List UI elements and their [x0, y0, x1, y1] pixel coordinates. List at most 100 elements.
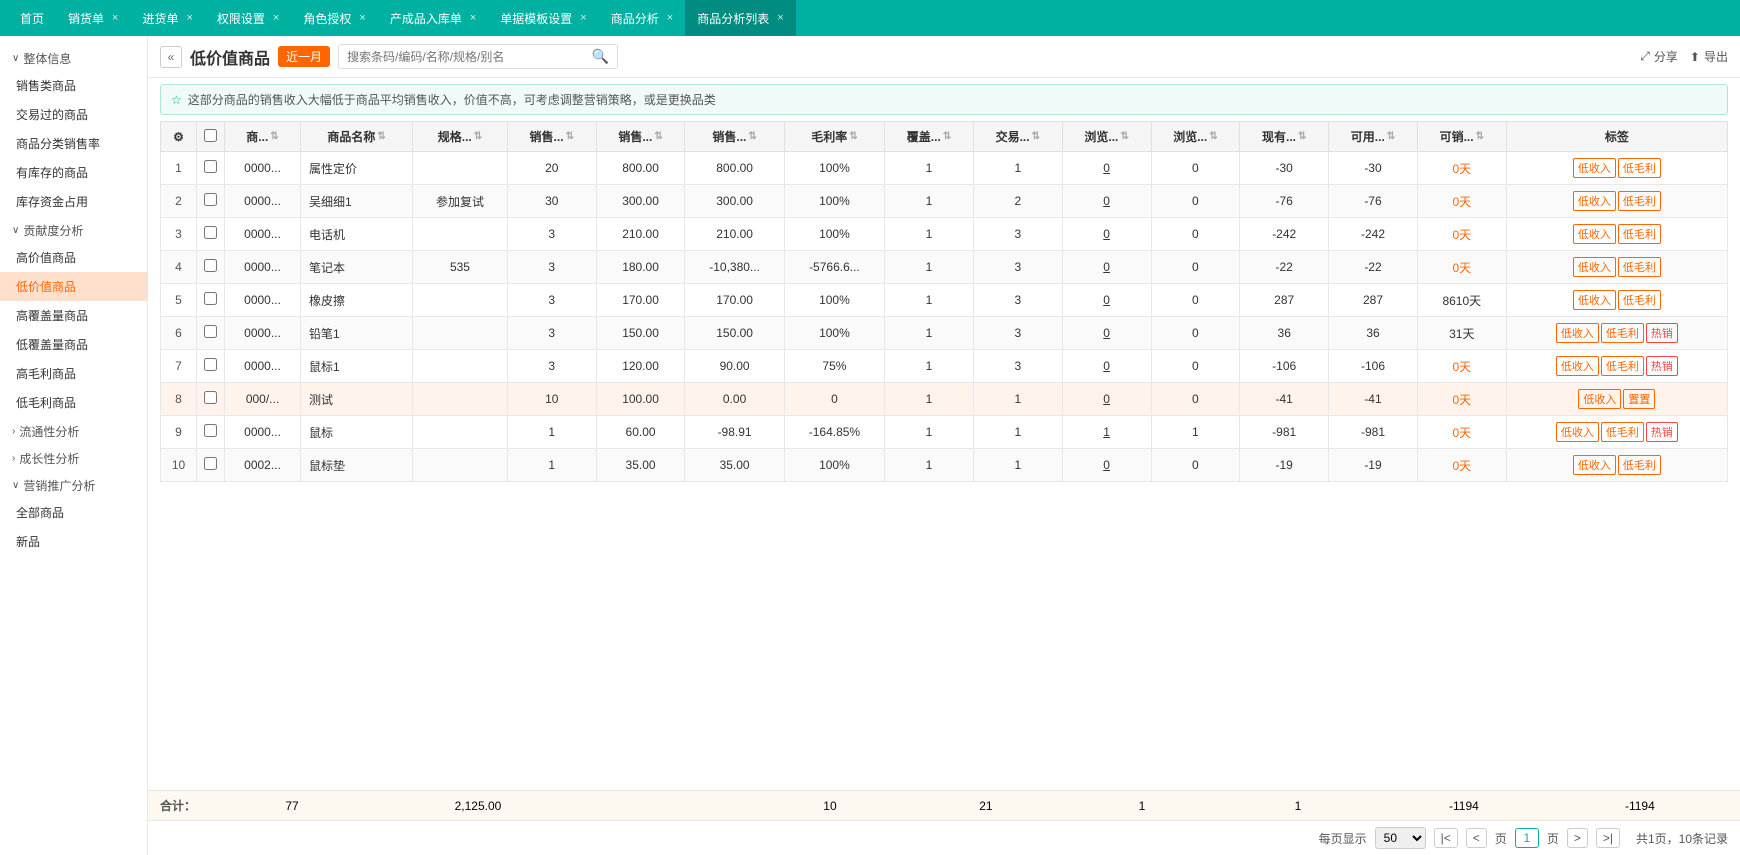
sort-code-icon[interactable]: ⇅ — [270, 131, 278, 142]
cell-checkbox[interactable] — [197, 218, 225, 251]
view1-link[interactable]: 0 — [1103, 227, 1110, 241]
nav-sales-order[interactable]: 销货单 × — [56, 0, 130, 36]
close-template-icon[interactable]: × — [580, 12, 586, 24]
cell-view1[interactable]: 0 — [1062, 251, 1151, 284]
close-product-analysis-icon[interactable]: × — [667, 12, 673, 24]
sidebar-item-new-products[interactable]: 新品 — [0, 527, 147, 556]
row-checkbox[interactable] — [204, 160, 217, 173]
sidebar-item-high-value[interactable]: 高价值商品 — [0, 243, 147, 272]
sort-view1-icon[interactable]: ⇅ — [1120, 131, 1128, 142]
share-button[interactable]: ⤢ 分享 — [1640, 48, 1678, 65]
export-button[interactable]: ⬆ 导出 — [1690, 48, 1728, 65]
view1-link[interactable]: 0 — [1103, 161, 1110, 175]
sidebar-item-inventory-capital[interactable]: 库存资金占用 — [0, 187, 147, 216]
close-purchase-order-icon[interactable]: × — [186, 12, 192, 24]
nav-permission[interactable]: 权限设置 × — [205, 0, 291, 36]
nav-product-analysis-list[interactable]: 商品分析列表 × — [685, 0, 795, 36]
sidebar-item-low-coverage[interactable]: 低覆盖量商品 — [0, 330, 147, 359]
sidebar-group-growth[interactable]: › 成长性分析 — [0, 444, 147, 471]
view1-link[interactable]: 1 — [1103, 425, 1110, 439]
view1-link[interactable]: 0 — [1103, 326, 1110, 340]
close-permission-icon[interactable]: × — [273, 12, 279, 24]
sidebar-item-low-profit[interactable]: 低毛利商品 — [0, 388, 147, 417]
view1-link[interactable]: 0 — [1103, 194, 1110, 208]
sidebar-group-marketing[interactable]: ∨ 营销推广分析 — [0, 471, 147, 498]
cell-view1[interactable]: 0 — [1062, 317, 1151, 350]
cell-view1[interactable]: 0 — [1062, 284, 1151, 317]
cell-view1[interactable]: 1 — [1062, 416, 1151, 449]
sort-transaction-icon[interactable]: ⇅ — [1032, 131, 1040, 142]
cell-checkbox[interactable] — [197, 284, 225, 317]
sidebar-group-circulation[interactable]: › 流通性分析 — [0, 417, 147, 444]
nav-purchase-order[interactable]: 进货单 × — [130, 0, 204, 36]
cell-checkbox[interactable] — [197, 383, 225, 416]
sidebar-item-all-products[interactable]: 全部商品 — [0, 498, 147, 527]
close-sales-order-icon[interactable]: × — [112, 12, 118, 24]
row-checkbox[interactable] — [204, 457, 217, 470]
row-checkbox[interactable] — [204, 424, 217, 437]
sort-current-icon[interactable]: ⇅ — [1298, 131, 1306, 142]
th-settings[interactable]: ⚙ — [161, 122, 197, 152]
th-checkbox[interactable] — [197, 122, 225, 152]
cell-view1[interactable]: 0 — [1062, 152, 1151, 185]
search-icon[interactable]: 🔍 — [592, 48, 609, 65]
cell-checkbox[interactable] — [197, 416, 225, 449]
view1-link[interactable]: 0 — [1103, 458, 1110, 472]
row-checkbox[interactable] — [204, 358, 217, 371]
cell-view1[interactable]: 0 — [1062, 449, 1151, 482]
sort-margin-icon[interactable]: ⇅ — [849, 131, 857, 142]
row-checkbox[interactable] — [204, 193, 217, 206]
sort-available-icon[interactable]: ⇅ — [1387, 131, 1395, 142]
cell-checkbox[interactable] — [197, 152, 225, 185]
sidebar-item-traded-products[interactable]: 交易过的商品 — [0, 100, 147, 129]
cell-checkbox[interactable] — [197, 350, 225, 383]
row-checkbox[interactable] — [204, 226, 217, 239]
search-input[interactable] — [347, 50, 588, 64]
nav-home[interactable]: 首页 — [8, 0, 56, 36]
view1-link[interactable]: 0 — [1103, 260, 1110, 274]
close-role-auth-icon[interactable]: × — [359, 12, 365, 24]
sidebar-item-high-profit[interactable]: 高毛利商品 — [0, 359, 147, 388]
nav-template[interactable]: 单据模板设置 × — [488, 0, 598, 36]
prev-page-button[interactable]: < — [1466, 828, 1487, 848]
sort-qty-icon[interactable]: ⇅ — [566, 131, 574, 142]
sort-profit-icon[interactable]: ⇅ — [748, 131, 756, 142]
nav-warehouse-in[interactable]: 产成品入库单 × — [378, 0, 488, 36]
next-page-button[interactable]: > — [1567, 828, 1588, 848]
row-checkbox[interactable] — [204, 292, 217, 305]
per-page-select[interactable]: 50 100 200 — [1375, 827, 1426, 849]
sidebar-group-overall[interactable]: ∨ 整体信息 — [0, 44, 147, 71]
view1-link[interactable]: 0 — [1103, 392, 1110, 406]
cell-checkbox[interactable] — [197, 317, 225, 350]
cell-view1[interactable]: 0 — [1062, 350, 1151, 383]
row-checkbox[interactable] — [204, 325, 217, 338]
nav-role-auth[interactable]: 角色授权 × — [291, 0, 377, 36]
collapse-sidebar-button[interactable]: « — [160, 46, 182, 68]
nav-product-analysis[interactable]: 商品分析 × — [599, 0, 685, 36]
table-container[interactable]: ⚙ 商...⇅ 商品名称⇅ 规格...⇅ 销售...⇅ 销售...⇅ 销售...… — [148, 121, 1740, 790]
sidebar-item-stocked-products[interactable]: 有库存的商品 — [0, 158, 147, 187]
close-product-analysis-list-icon[interactable]: × — [777, 12, 783, 24]
sort-coverage-icon[interactable]: ⇅ — [943, 131, 951, 142]
cell-view1[interactable]: 0 — [1062, 185, 1151, 218]
sort-spec-icon[interactable]: ⇅ — [474, 131, 482, 142]
cell-checkbox[interactable] — [197, 251, 225, 284]
sidebar-item-high-coverage[interactable]: 高覆盖量商品 — [0, 301, 147, 330]
row-checkbox[interactable] — [204, 259, 217, 272]
sort-amt-icon[interactable]: ⇅ — [654, 131, 662, 142]
period-button[interactable]: 近一月 — [278, 46, 330, 67]
first-page-button[interactable]: |< — [1434, 828, 1458, 848]
view1-link[interactable]: 0 — [1103, 293, 1110, 307]
row-checkbox[interactable] — [204, 391, 217, 404]
cell-view1[interactable]: 0 — [1062, 383, 1151, 416]
cell-checkbox[interactable] — [197, 449, 225, 482]
select-all-checkbox[interactable] — [204, 129, 217, 142]
last-page-button[interactable]: >| — [1596, 828, 1620, 848]
cell-view1[interactable]: 0 — [1062, 218, 1151, 251]
view1-link[interactable]: 0 — [1103, 359, 1110, 373]
cell-checkbox[interactable] — [197, 185, 225, 218]
sidebar-item-sales-products[interactable]: 销售类商品 — [0, 71, 147, 100]
sidebar-item-category-sales-rate[interactable]: 商品分类销售率 — [0, 129, 147, 158]
sort-name-icon[interactable]: ⇅ — [377, 131, 385, 142]
sidebar-group-contribution[interactable]: ∨ 贡献度分析 — [0, 216, 147, 243]
